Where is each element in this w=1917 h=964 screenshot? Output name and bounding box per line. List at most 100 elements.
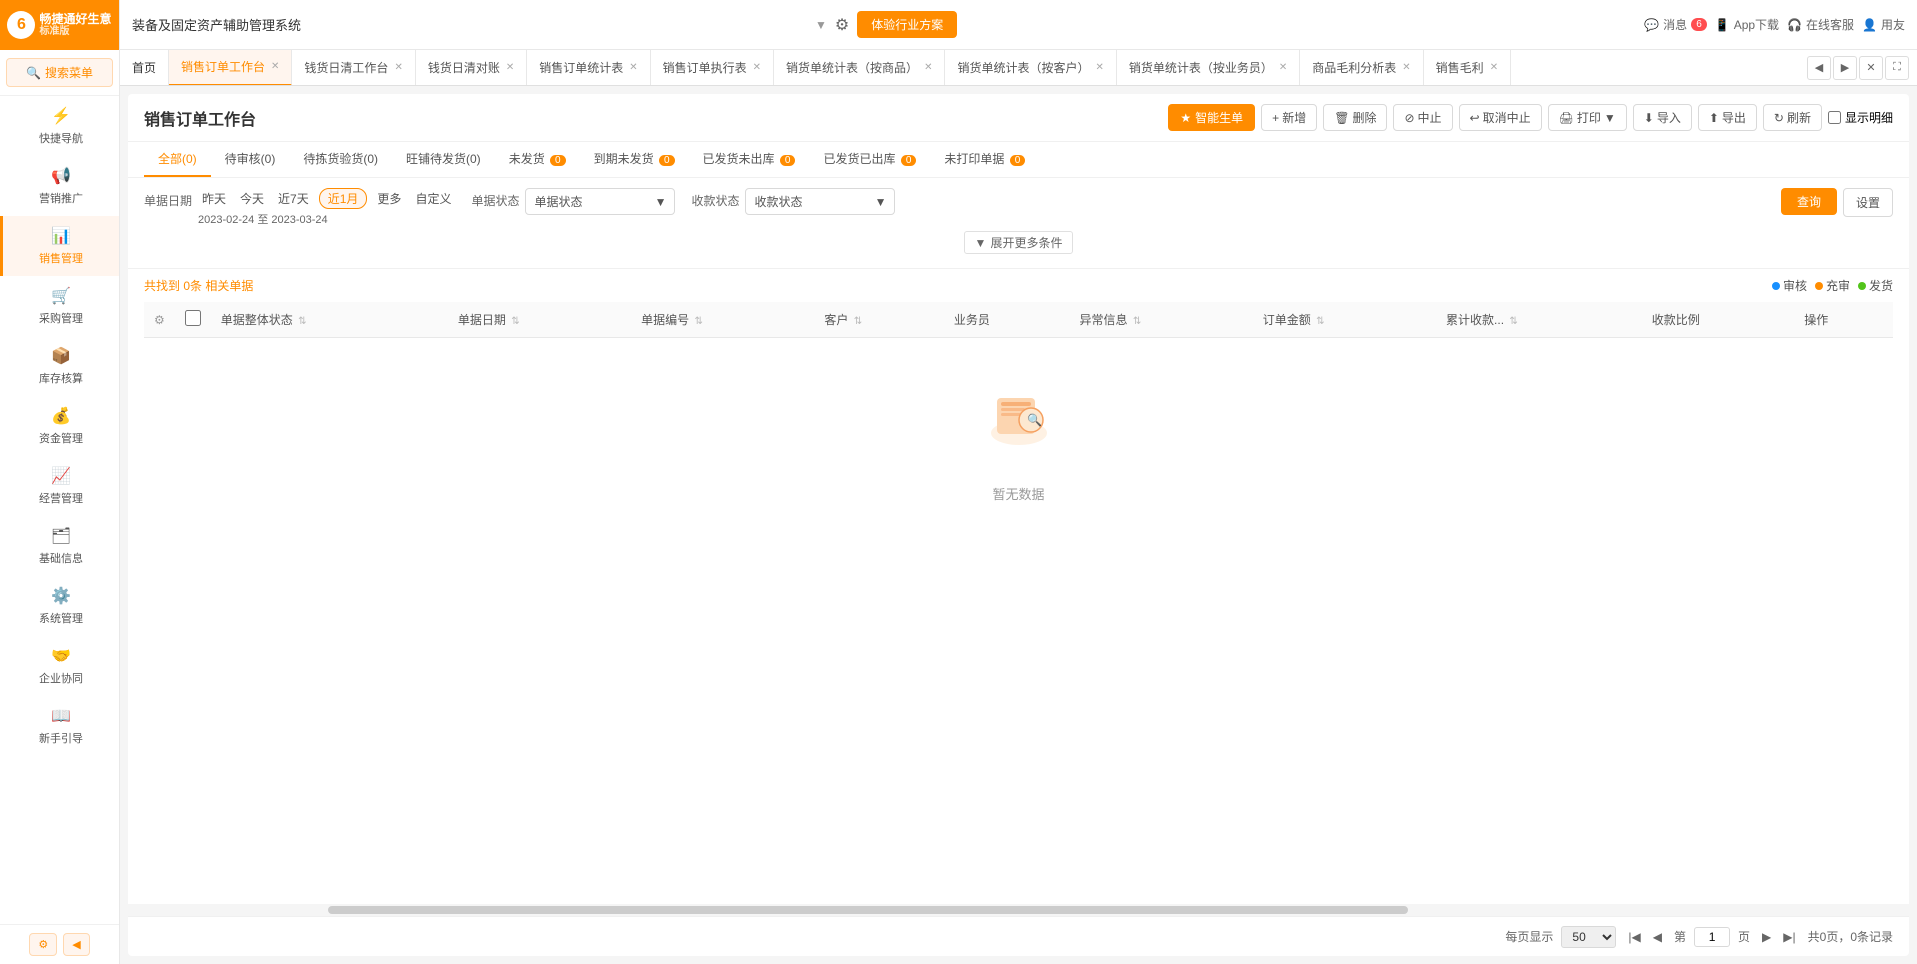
tab-close-gross-profit[interactable]: ✕	[1402, 62, 1410, 73]
cancel-review-btn[interactable]: 充审	[1815, 277, 1850, 294]
sidebar-item-guide[interactable]: 📖 新手引导	[0, 696, 119, 756]
tab-fullscreen-btn[interactable]: ⛶	[1885, 56, 1909, 80]
date-btn-7days[interactable]: 近7天	[274, 188, 313, 209]
sidebar-item-system[interactable]: ⚙️ 系统管理	[0, 576, 119, 636]
tab-close-sales-profit[interactable]: ✕	[1490, 62, 1498, 73]
tab-close-all-btn[interactable]: ✕	[1859, 56, 1883, 80]
tab-home[interactable]: 首页	[120, 50, 169, 86]
payment-select[interactable]: 收款状态 ▼	[745, 188, 895, 215]
sort-icon[interactable]: ⇅	[298, 316, 306, 327]
stop-btn[interactable]: ⊘ 中止	[1393, 104, 1452, 131]
tab-sales-stat[interactable]: 销售订单统计表 ✕	[527, 50, 650, 86]
display-detail-checkbox[interactable]: 显示明细	[1828, 109, 1893, 126]
search-menu-btn[interactable]: 🔍 搜索菜单	[0, 50, 119, 96]
cancel-stop-btn[interactable]: ↩ 取消中止	[1459, 104, 1542, 131]
solution-btn[interactable]: 体验行业方案	[857, 11, 957, 38]
tab-close-sales-exec[interactable]: ✕	[753, 62, 761, 73]
sidebar-item-purchase[interactable]: 🛒 采购管理	[0, 276, 119, 336]
display-detail-input[interactable]	[1828, 111, 1841, 124]
sidebar-item-marketing[interactable]: 📢 营销推广	[0, 156, 119, 216]
user-btn[interactable]: 👤 用友	[1862, 16, 1905, 33]
tab-sales-staff[interactable]: 销货单统计表（按业务员） ✕	[1117, 50, 1300, 86]
scrollbar-thumb[interactable]	[328, 906, 1408, 914]
add-btn[interactable]: + 新增	[1261, 104, 1317, 131]
review-btn[interactable]: 审核	[1772, 277, 1807, 294]
per-page-select[interactable]: 50 20 100	[1561, 926, 1616, 948]
tab-close-sales-staff[interactable]: ✕	[1279, 62, 1287, 73]
sort-icon[interactable]: ⇅	[1316, 316, 1324, 327]
tab-prev-btn[interactable]: ◀	[1807, 56, 1831, 80]
sub-tab-pending-review[interactable]: 待审核(0)	[211, 142, 290, 177]
sidebar-item-sales[interactable]: 📊 销售管理	[0, 216, 119, 276]
tab-sales-customer[interactable]: 销货单统计表（按客户） ✕	[945, 50, 1116, 86]
setting-btn[interactable]: 设置	[1843, 188, 1893, 217]
prev-page-btn[interactable]: ◀	[1649, 928, 1666, 946]
sidebar-item-cooperation[interactable]: 🤝 企业协同	[0, 636, 119, 696]
last-page-btn[interactable]: ▶|	[1779, 928, 1799, 946]
sort-icon[interactable]: ⇅	[695, 316, 703, 327]
cancel-review-btn-label: 充审	[1826, 277, 1850, 294]
tab-close-sales-order[interactable]: ✕	[271, 61, 279, 72]
sub-tab-shipped-out[interactable]: 已发货已出库 0	[809, 142, 930, 177]
tab-close-sales-product[interactable]: ✕	[924, 62, 932, 73]
date-btn-more[interactable]: 更多	[373, 188, 405, 209]
tab-close-cash-daily[interactable]: ✕	[394, 62, 402, 73]
sort-icon[interactable]: ⇅	[511, 316, 519, 327]
topbar-settings-icon[interactable]: ⚙	[835, 15, 849, 35]
sidebar-item-quick-nav[interactable]: ⚡ 快捷导航	[0, 96, 119, 156]
sidebar-item-inventory[interactable]: 📦 库存核算	[0, 336, 119, 396]
first-page-btn[interactable]: |◀	[1624, 928, 1644, 946]
export-btn[interactable]: ⬆ 导出	[1698, 104, 1757, 131]
message-btn[interactable]: 💬 消息 6	[1644, 16, 1707, 33]
tab-cash-account[interactable]: 钱货日清对账 ✕	[416, 50, 527, 86]
tab-gross-profit[interactable]: 商品毛利分析表 ✕	[1300, 50, 1423, 86]
basic-info-icon: 🗂	[51, 526, 71, 546]
sub-tab-not-shipped[interactable]: 未发货 0	[495, 142, 580, 177]
sub-tab-shipped-not-in[interactable]: 已发货未出库 0	[689, 142, 810, 177]
next-page-btn[interactable]: ▶	[1758, 928, 1775, 946]
tab-sales-profit[interactable]: 销售毛利 ✕	[1424, 50, 1511, 86]
expand-btn[interactable]: ▼ 展开更多条件	[964, 231, 1074, 254]
sub-tab-wangpu[interactable]: 旺铺待发货(0)	[392, 142, 495, 177]
sub-tab-pending-inspect[interactable]: 待拣货验货(0)	[289, 142, 392, 177]
date-btn-custom[interactable]: 自定义	[411, 188, 455, 209]
sub-tab-overdue[interactable]: 到期未发货 0	[580, 142, 689, 177]
settings-bottom-btn[interactable]: ⚙	[29, 933, 57, 956]
sort-icon[interactable]: ⇅	[1133, 316, 1141, 327]
collapse-btn[interactable]: ◀	[63, 933, 89, 956]
tab-sales-exec[interactable]: 销售订单执行表 ✕	[651, 50, 774, 86]
topbar-expand-icon[interactable]: ▼	[815, 18, 827, 32]
tab-close-sales-stat[interactable]: ✕	[629, 62, 637, 73]
delete-btn[interactable]: 🗑 删除	[1323, 104, 1387, 131]
sidebar-item-basic-info[interactable]: 🗂 基础信息	[0, 516, 119, 576]
tab-close-sales-customer[interactable]: ✕	[1095, 62, 1103, 73]
import-btn[interactable]: ⬇ 导入	[1633, 104, 1692, 131]
table-settings-icon[interactable]: ⚙	[154, 313, 165, 327]
date-btn-yesterday[interactable]: 昨天	[198, 188, 230, 209]
horizontal-scrollbar[interactable]	[128, 904, 1909, 916]
app-download-btn[interactable]: 📱 App下载	[1715, 16, 1779, 33]
date-btn-1month[interactable]: 近1月	[319, 188, 368, 209]
query-btn[interactable]: 查询	[1781, 188, 1837, 215]
select-all-checkbox[interactable]	[185, 310, 201, 326]
sort-icon[interactable]: ⇅	[1509, 316, 1517, 327]
tab-next-btn[interactable]: ▶	[1833, 56, 1857, 80]
sidebar-item-finance[interactable]: 💰 资金管理	[0, 396, 119, 456]
date-btn-today[interactable]: 今天	[236, 188, 268, 209]
tab-sales-product[interactable]: 销货单统计表（按商品） ✕	[774, 50, 945, 86]
print-btn[interactable]: 🖨 打印 ▼	[1548, 104, 1627, 131]
sub-tab-all[interactable]: 全部(0)	[144, 142, 211, 177]
refresh-btn[interactable]: ↻ 刷新	[1763, 104, 1822, 131]
tab-sales-order[interactable]: 销售订单工作台 ✕	[169, 50, 292, 86]
tab-close-cash-account[interactable]: ✕	[506, 62, 514, 73]
search-menu-button[interactable]: 🔍 搜索菜单	[6, 58, 113, 87]
online-service-btn[interactable]: 🎧 在线客服	[1787, 16, 1854, 33]
smart-btn[interactable]: ★ 智能生单	[1168, 104, 1255, 131]
sub-tab-not-printed[interactable]: 未打印单据 0	[930, 142, 1039, 177]
page-input[interactable]	[1694, 927, 1730, 947]
ship-btn[interactable]: 发货	[1858, 277, 1893, 294]
tab-cash-daily[interactable]: 钱货日清工作台 ✕	[292, 50, 415, 86]
status-select[interactable]: 单据状态 ▼	[525, 188, 675, 215]
sort-icon[interactable]: ⇅	[854, 316, 862, 327]
sidebar-item-operations[interactable]: 📈 经营管理	[0, 456, 119, 516]
